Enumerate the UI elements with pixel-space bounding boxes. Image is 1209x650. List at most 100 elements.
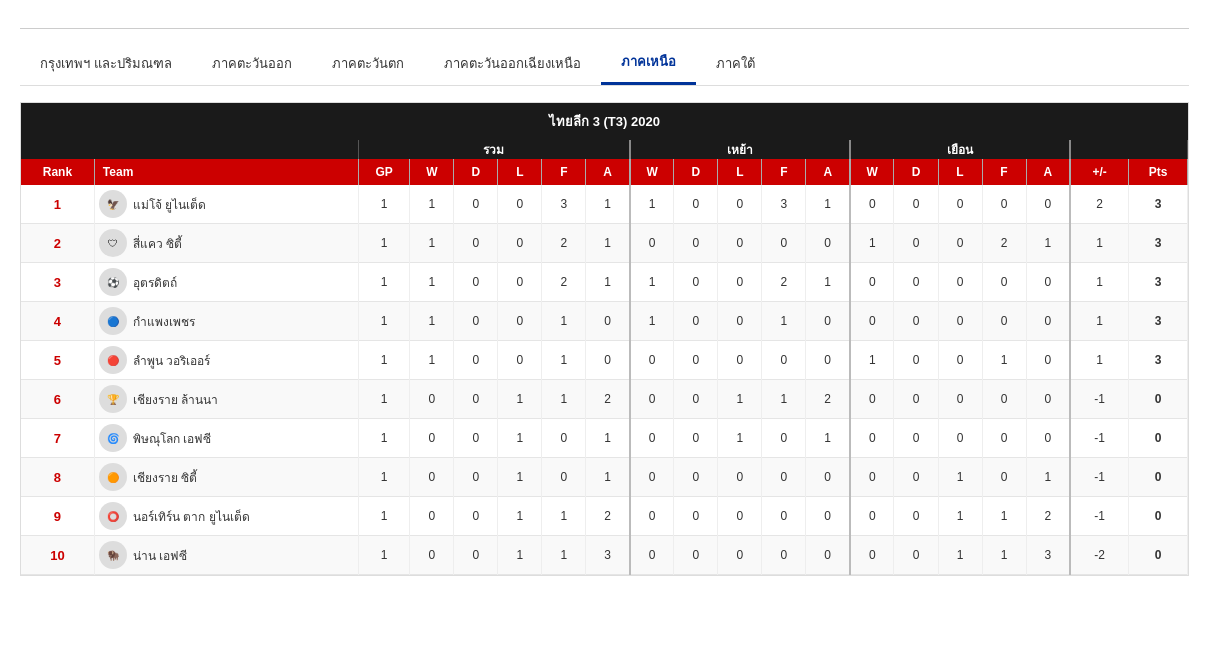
team-cell: 🌀 พิษณุโลก เอฟซี [94, 419, 358, 458]
home-l-cell: 0 [718, 536, 762, 575]
home-a-cell: 1 [806, 263, 850, 302]
pts-cell: 0 [1129, 458, 1188, 497]
home-l-cell: 0 [718, 341, 762, 380]
total-l-cell: 1 [498, 458, 542, 497]
table-row: 2 🛡 สี่แคว ซิตี้ 1 1 0 0 2 1 0 0 0 0 0 1… [21, 224, 1188, 263]
tab-east[interactable]: ภาคตะวันออก [192, 43, 312, 84]
home-a-cell: 0 [806, 224, 850, 263]
team-name: นอร์เทิร์น ตาก ยูไนเต็ด [133, 507, 250, 526]
tab-south[interactable]: ภาคใต้ [696, 43, 775, 84]
away-d-cell: 0 [894, 536, 938, 575]
home-a-cell: 0 [806, 458, 850, 497]
team-cell: 🦅 แม่โจ้ ยูไนเต็ด [94, 185, 358, 224]
away-a-cell: 0 [1026, 302, 1070, 341]
total-w-cell: 0 [410, 419, 454, 458]
away-l-cell: 0 [938, 263, 982, 302]
total-w-cell: 1 [410, 224, 454, 263]
pts-cell: 3 [1129, 224, 1188, 263]
tab-northeast[interactable]: ภาคตะวันออกเฉียงเหนือ [424, 43, 601, 84]
away-w-cell: 0 [850, 419, 894, 458]
home-l-cell: 0 [718, 458, 762, 497]
rank-cell: 3 [21, 263, 94, 302]
total-d-cell: 0 [454, 341, 498, 380]
away-w-cell: 0 [850, 302, 894, 341]
home-w-cell: 1 [630, 185, 674, 224]
total-d-cell: 0 [454, 185, 498, 224]
away-a-cell: 1 [1026, 458, 1070, 497]
home-l-cell: 1 [718, 419, 762, 458]
total-d-cell: 0 [454, 497, 498, 536]
total-l-cell: 1 [498, 419, 542, 458]
home-w-cell: 0 [630, 419, 674, 458]
total-w-cell: 0 [410, 458, 454, 497]
table-row: 9 ⭕ นอร์เทิร์น ตาก ยูไนเต็ด 1 0 0 1 1 2 … [21, 497, 1188, 536]
home-d-cell: 0 [674, 458, 718, 497]
team-name: สี่แคว ซิตี้ [133, 234, 182, 253]
total-a-cell: 1 [586, 458, 630, 497]
pts-cell: 0 [1129, 419, 1188, 458]
home-d-cell: 0 [674, 536, 718, 575]
away-a-cell: 2 [1026, 497, 1070, 536]
diff-cell: -2 [1070, 536, 1129, 575]
home-f-cell: 3 [762, 185, 806, 224]
away-d-cell: 0 [894, 380, 938, 419]
away-a-cell: 0 [1026, 185, 1070, 224]
total-l-cell: 0 [498, 302, 542, 341]
team-name: เชียงราย ซิตี้ [133, 468, 197, 487]
standings-table-container: ไทยลีก 3 (T3) 2020 รวม เหย้า เยือน Rank … [20, 102, 1189, 576]
away-w-cell: 1 [850, 224, 894, 263]
gp-cell: 1 [358, 224, 409, 263]
home-d-cell: 0 [674, 302, 718, 341]
table-row: 3 ⚽ อุตรดิตถ์ 1 1 0 0 2 1 1 0 0 2 1 0 0 … [21, 263, 1188, 302]
team-logo: ⭕ [99, 502, 127, 530]
team-logo: 🔵 [99, 307, 127, 335]
total-f-cell: 1 [542, 536, 586, 575]
table-row: 10 🦬 น่าน เอฟซี 1 0 0 1 1 3 0 0 0 0 0 0 … [21, 536, 1188, 575]
gp-cell: 1 [358, 497, 409, 536]
table-row: 4 🔵 กำแพงเพชร 1 1 0 0 1 0 1 0 0 1 0 0 0 … [21, 302, 1188, 341]
away-d-cell: 0 [894, 497, 938, 536]
away-f-cell: 1 [982, 536, 1026, 575]
tab-bkk[interactable]: กรุงเทพฯ และปริมณฑล [20, 43, 192, 84]
diff-cell: 1 [1070, 302, 1129, 341]
away-a-cell: 0 [1026, 263, 1070, 302]
pts-cell: 3 [1129, 341, 1188, 380]
team-logo: 🏆 [99, 385, 127, 413]
home-l-cell: 1 [718, 380, 762, 419]
total-d-cell: 0 [454, 419, 498, 458]
home-f-cell: 0 [762, 497, 806, 536]
total-f-cell: 1 [542, 497, 586, 536]
team-logo: 🛡 [99, 229, 127, 257]
table-row: 1 🦅 แม่โจ้ ยูไนเต็ด 1 1 0 0 3 1 1 0 0 3 … [21, 185, 1188, 224]
tab-west[interactable]: ภาคตะวันตก [312, 43, 424, 84]
rank-cell: 2 [21, 224, 94, 263]
home-l-cell: 0 [718, 497, 762, 536]
total-a-cell: 1 [586, 419, 630, 458]
home-d-cell: 0 [674, 341, 718, 380]
pts-cell: 0 [1129, 380, 1188, 419]
home-a-cell: 2 [806, 380, 850, 419]
team-cell: 🏆 เชียงราย ล้านนา [94, 380, 358, 419]
total-f-cell: 3 [542, 185, 586, 224]
home-d-cell: 0 [674, 380, 718, 419]
team-logo: ⚽ [99, 268, 127, 296]
pts-cell: 3 [1129, 185, 1188, 224]
total-f-cell: 1 [542, 380, 586, 419]
pts-cell: 3 [1129, 302, 1188, 341]
total-w-cell: 1 [410, 341, 454, 380]
total-a-cell: 0 [586, 341, 630, 380]
tab-north[interactable]: ภาคเหนือ [601, 41, 696, 85]
away-f-cell: 0 [982, 419, 1026, 458]
away-a-cell: 0 [1026, 419, 1070, 458]
total-f-cell: 1 [542, 302, 586, 341]
rank-cell: 8 [21, 458, 94, 497]
away-f-cell: 1 [982, 497, 1026, 536]
diff-cell: 1 [1070, 263, 1129, 302]
away-f-cell: 0 [982, 185, 1026, 224]
away-w-cell: 0 [850, 497, 894, 536]
diff-cell: -1 [1070, 458, 1129, 497]
table-row: 7 🌀 พิษณุโลก เอฟซี 1 0 0 1 0 1 0 0 1 0 1… [21, 419, 1188, 458]
away-d-cell: 0 [894, 224, 938, 263]
home-f-cell: 0 [762, 536, 806, 575]
home-w-cell: 0 [630, 380, 674, 419]
